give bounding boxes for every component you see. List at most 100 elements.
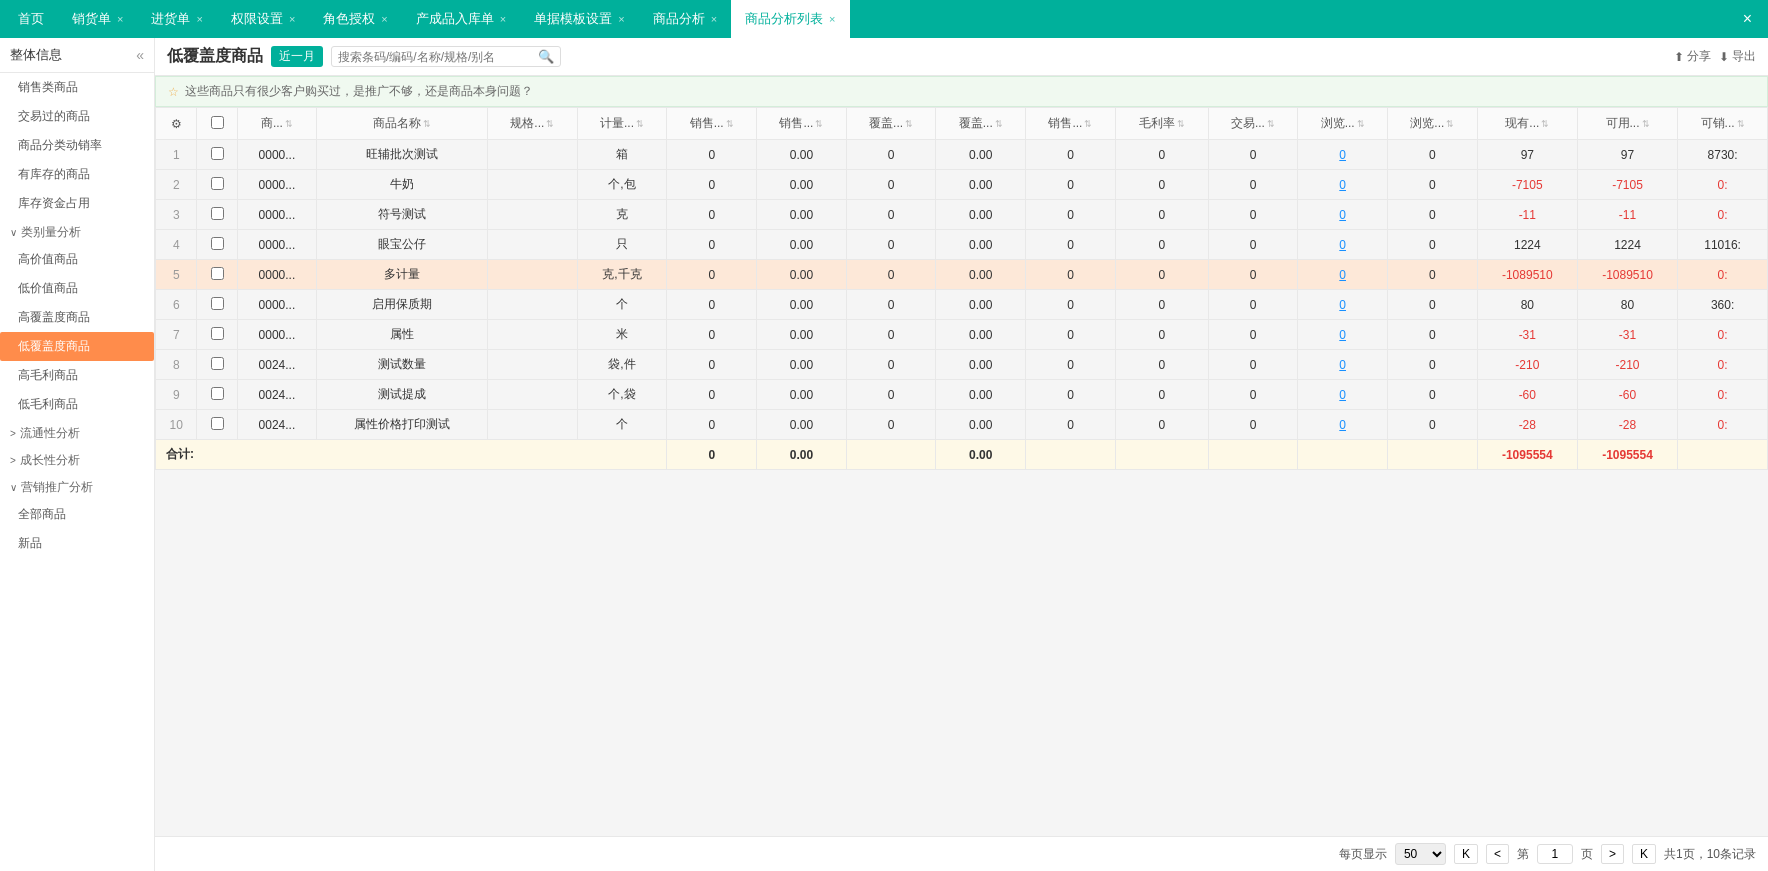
sidebar-item-low-value[interactable]: 低价值商品 [0, 274, 154, 303]
nav-tab-product-entry[interactable]: 产成品入库单 × [402, 0, 520, 38]
sidebar-item-in-stock[interactable]: 有库存的商品 [0, 160, 154, 189]
row-checkbox[interactable] [197, 290, 238, 320]
row-browse1[interactable]: 0 [1298, 140, 1388, 170]
close-icon[interactable]: × [196, 13, 202, 25]
close-icon[interactable]: × [289, 13, 295, 25]
row-gross: 0 [1115, 350, 1208, 380]
unit-column-header[interactable]: 计量...⇅ [577, 108, 667, 140]
trade-column-header[interactable]: 交易...⇅ [1208, 108, 1298, 140]
sidebar-group-category[interactable]: ∨ 类别量分析 [0, 218, 154, 245]
share-button[interactable]: ⬆ 分享 [1674, 48, 1711, 65]
nav-tab-permission[interactable]: 权限设置 × [217, 0, 309, 38]
row-number: 1 [156, 140, 197, 170]
row-sales-qty: 0 [667, 410, 757, 440]
sidebar-item-high-value[interactable]: 高价值商品 [0, 245, 154, 274]
next-page-button[interactable]: > [1601, 844, 1624, 864]
close-icon[interactable]: × [711, 13, 717, 25]
row-code: 0000... [238, 320, 316, 350]
close-icon[interactable]: × [500, 13, 506, 25]
sidebar-collapse-button[interactable]: « [136, 47, 144, 63]
gross-column-header[interactable]: 毛利率⇅ [1115, 108, 1208, 140]
search-icon[interactable]: 🔍 [538, 49, 554, 64]
spec-column-header[interactable]: 规格...⇅ [488, 108, 578, 140]
nav-tab-template[interactable]: 单据模板设置 × [520, 0, 638, 38]
search-input[interactable] [338, 50, 538, 64]
sidebar-item-sales-goods[interactable]: 销售类商品 [0, 73, 154, 102]
current-column-header[interactable]: 现有...⇅ [1477, 108, 1577, 140]
sidebar-item-stock-capital[interactable]: 库存资金占用 [0, 189, 154, 218]
sidebar-group-circulation[interactable]: > 流通性分析 [0, 419, 154, 446]
cover1-column-header[interactable]: 覆盖...⇅ [846, 108, 936, 140]
code-column-header[interactable]: 商...⇅ [238, 108, 316, 140]
select-all-checkbox[interactable] [211, 116, 224, 129]
time-filter-button[interactable]: 近一月 [271, 46, 323, 67]
row-browse1[interactable]: 0 [1298, 320, 1388, 350]
row-spec [488, 140, 578, 170]
sales-amt-column-header[interactable]: 销售...⇅ [757, 108, 847, 140]
row-sales3: 0 [1026, 200, 1116, 230]
sidebar-item-all-goods[interactable]: 全部商品 [0, 500, 154, 529]
available-column-header[interactable]: 可用...⇅ [1577, 108, 1677, 140]
sidebar-item-high-profit[interactable]: 高毛利商品 [0, 361, 154, 390]
close-icon[interactable]: × [117, 13, 123, 25]
last-page-button[interactable]: K [1632, 844, 1656, 864]
row-unit: 个,袋 [577, 380, 667, 410]
row-browse1[interactable]: 0 [1298, 260, 1388, 290]
export-button[interactable]: ⬇ 导出 [1719, 48, 1756, 65]
row-browse1[interactable]: 0 [1298, 380, 1388, 410]
sellable-column-header[interactable]: 可销...⇅ [1678, 108, 1768, 140]
sales3-column-header[interactable]: 销售...⇅ [1026, 108, 1116, 140]
row-code: 0024... [238, 410, 316, 440]
row-current: -31 [1477, 320, 1577, 350]
sidebar-group-growth[interactable]: > 成长性分析 [0, 446, 154, 473]
table-row: 10 0024... 属性价格打印测试 个 0 0.00 0 0.00 0 0 … [156, 410, 1768, 440]
first-page-button[interactable]: K [1454, 844, 1478, 864]
total-cover2: 0.00 [936, 440, 1026, 470]
nav-tab-analysis[interactable]: 商品分析 × [639, 0, 731, 38]
nav-tab-home[interactable]: 首页 [4, 0, 58, 38]
sales-qty-column-header[interactable]: 销售...⇅ [667, 108, 757, 140]
nav-tab-sales[interactable]: 销货单 × [58, 0, 137, 38]
row-checkbox[interactable] [197, 230, 238, 260]
close-icon[interactable]: × [618, 13, 624, 25]
browse2-column-header[interactable]: 浏览...⇅ [1388, 108, 1478, 140]
sidebar-item-traded-goods[interactable]: 交易过的商品 [0, 102, 154, 131]
total-gross [1115, 440, 1208, 470]
row-browse1[interactable]: 0 [1298, 350, 1388, 380]
row-browse1[interactable]: 0 [1298, 170, 1388, 200]
row-browse1[interactable]: 0 [1298, 410, 1388, 440]
row-browse1[interactable]: 0 [1298, 200, 1388, 230]
name-column-header[interactable]: 商品名称⇅ [316, 108, 487, 140]
page-number-input[interactable] [1537, 844, 1573, 864]
row-sales-amt: 0.00 [757, 380, 847, 410]
sidebar-item-new-goods[interactable]: 新品 [0, 529, 154, 558]
per-page-select[interactable]: 50 100 200 [1395, 843, 1446, 865]
cover2-column-header[interactable]: 覆盖...⇅ [936, 108, 1026, 140]
close-all-button[interactable]: × [1731, 10, 1764, 28]
row-checkbox[interactable] [197, 170, 238, 200]
row-checkbox[interactable] [197, 320, 238, 350]
sidebar-item-low-coverage[interactable]: 低覆盖度商品 [0, 332, 154, 361]
prev-page-button[interactable]: < [1486, 844, 1509, 864]
sidebar-item-low-profit[interactable]: 低毛利商品 [0, 390, 154, 419]
nav-tab-analysis-list[interactable]: 商品分析列表 × [731, 0, 849, 38]
row-checkbox[interactable] [197, 200, 238, 230]
sidebar-item-high-coverage[interactable]: 高覆盖度商品 [0, 303, 154, 332]
nav-tab-role[interactable]: 角色授权 × [309, 0, 401, 38]
sidebar-group-marketing[interactable]: ∨ 营销推广分析 [0, 473, 154, 500]
row-checkbox[interactable] [197, 410, 238, 440]
checkbox-column-header[interactable] [197, 108, 238, 140]
row-browse1[interactable]: 0 [1298, 230, 1388, 260]
settings-column-header[interactable]: ⚙ [156, 108, 197, 140]
row-checkbox[interactable] [197, 380, 238, 410]
row-checkbox[interactable] [197, 350, 238, 380]
row-checkbox[interactable] [197, 260, 238, 290]
close-icon[interactable]: × [829, 13, 835, 25]
row-checkbox[interactable] [197, 140, 238, 170]
close-icon[interactable]: × [381, 13, 387, 25]
row-browse1[interactable]: 0 [1298, 290, 1388, 320]
info-banner: ☆ 这些商品只有很少客户购买过，是推广不够，还是商品本身问题？ [155, 76, 1768, 107]
nav-tab-purchase[interactable]: 进货单 × [137, 0, 216, 38]
sidebar-item-category-rate[interactable]: 商品分类动销率 [0, 131, 154, 160]
browse1-column-header[interactable]: 浏览...⇅ [1298, 108, 1388, 140]
